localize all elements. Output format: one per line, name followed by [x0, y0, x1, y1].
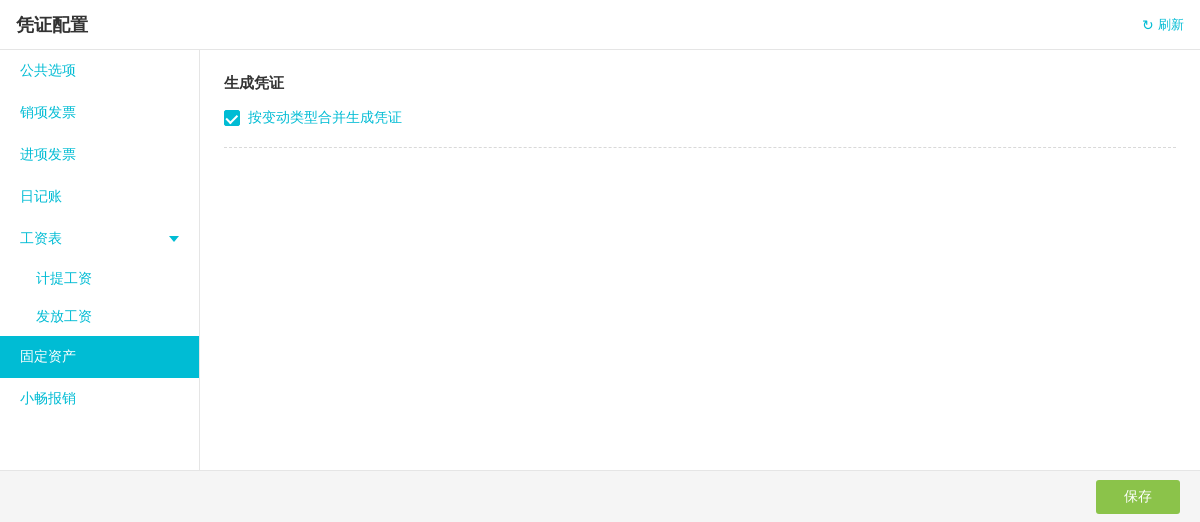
sidebar-item-label: 公共选项 [20, 62, 76, 80]
content-area: 生成凭证 按变动类型合并生成凭证 [200, 50, 1200, 470]
merge-voucher-checkbox[interactable] [224, 110, 240, 126]
sidebar: 公共选项 销项发票 进项发票 日记账 工资表 计提工资 发放工资 固定资产 小畅… [0, 50, 200, 470]
sidebar-item-purchase-invoice[interactable]: 进项发票 [0, 134, 199, 176]
merge-voucher-label[interactable]: 按变动类型合并生成凭证 [248, 109, 402, 127]
refresh-label: 刷新 [1158, 16, 1184, 34]
sidebar-item-public[interactable]: 公共选项 [0, 50, 199, 92]
sidebar-item-label: 进项发票 [20, 146, 76, 164]
refresh-button[interactable]: ↻ 刷新 [1142, 16, 1184, 34]
chevron-down-icon [169, 236, 179, 242]
sidebar-item-distribute-payroll[interactable]: 发放工资 [0, 298, 199, 336]
sidebar-item-calculate-payroll[interactable]: 计提工资 [0, 260, 199, 298]
sidebar-item-sales-invoice[interactable]: 销项发票 [0, 92, 199, 134]
sidebar-item-label: 日记账 [20, 188, 62, 206]
save-button[interactable]: 保存 [1096, 480, 1180, 514]
sidebar-item-label: 固定资产 [20, 348, 76, 366]
header: 凭证配置 ↻ 刷新 [0, 0, 1200, 50]
main-content: 公共选项 销项发票 进项发票 日记账 工资表 计提工资 发放工资 固定资产 小畅… [0, 50, 1200, 470]
sidebar-item-fixed-assets[interactable]: 固定资产 [0, 336, 199, 378]
sidebar-item-label: 小畅报销 [20, 390, 76, 408]
sidebar-item-label: 发放工资 [36, 308, 92, 324]
sidebar-item-payroll[interactable]: 工资表 [0, 218, 199, 260]
sidebar-item-expense-report[interactable]: 小畅报销 [0, 378, 199, 420]
sidebar-item-label: 销项发票 [20, 104, 76, 122]
section-divider [224, 147, 1176, 148]
sidebar-item-label: 计提工资 [36, 270, 92, 286]
checkbox-row: 按变动类型合并生成凭证 [224, 109, 1176, 127]
sidebar-item-journal[interactable]: 日记账 [0, 176, 199, 218]
page-title: 凭证配置 [16, 13, 88, 37]
sidebar-item-label: 工资表 [20, 230, 62, 248]
footer: 保存 [0, 470, 1200, 522]
refresh-icon: ↻ [1142, 17, 1154, 33]
section-title: 生成凭证 [224, 74, 1176, 93]
